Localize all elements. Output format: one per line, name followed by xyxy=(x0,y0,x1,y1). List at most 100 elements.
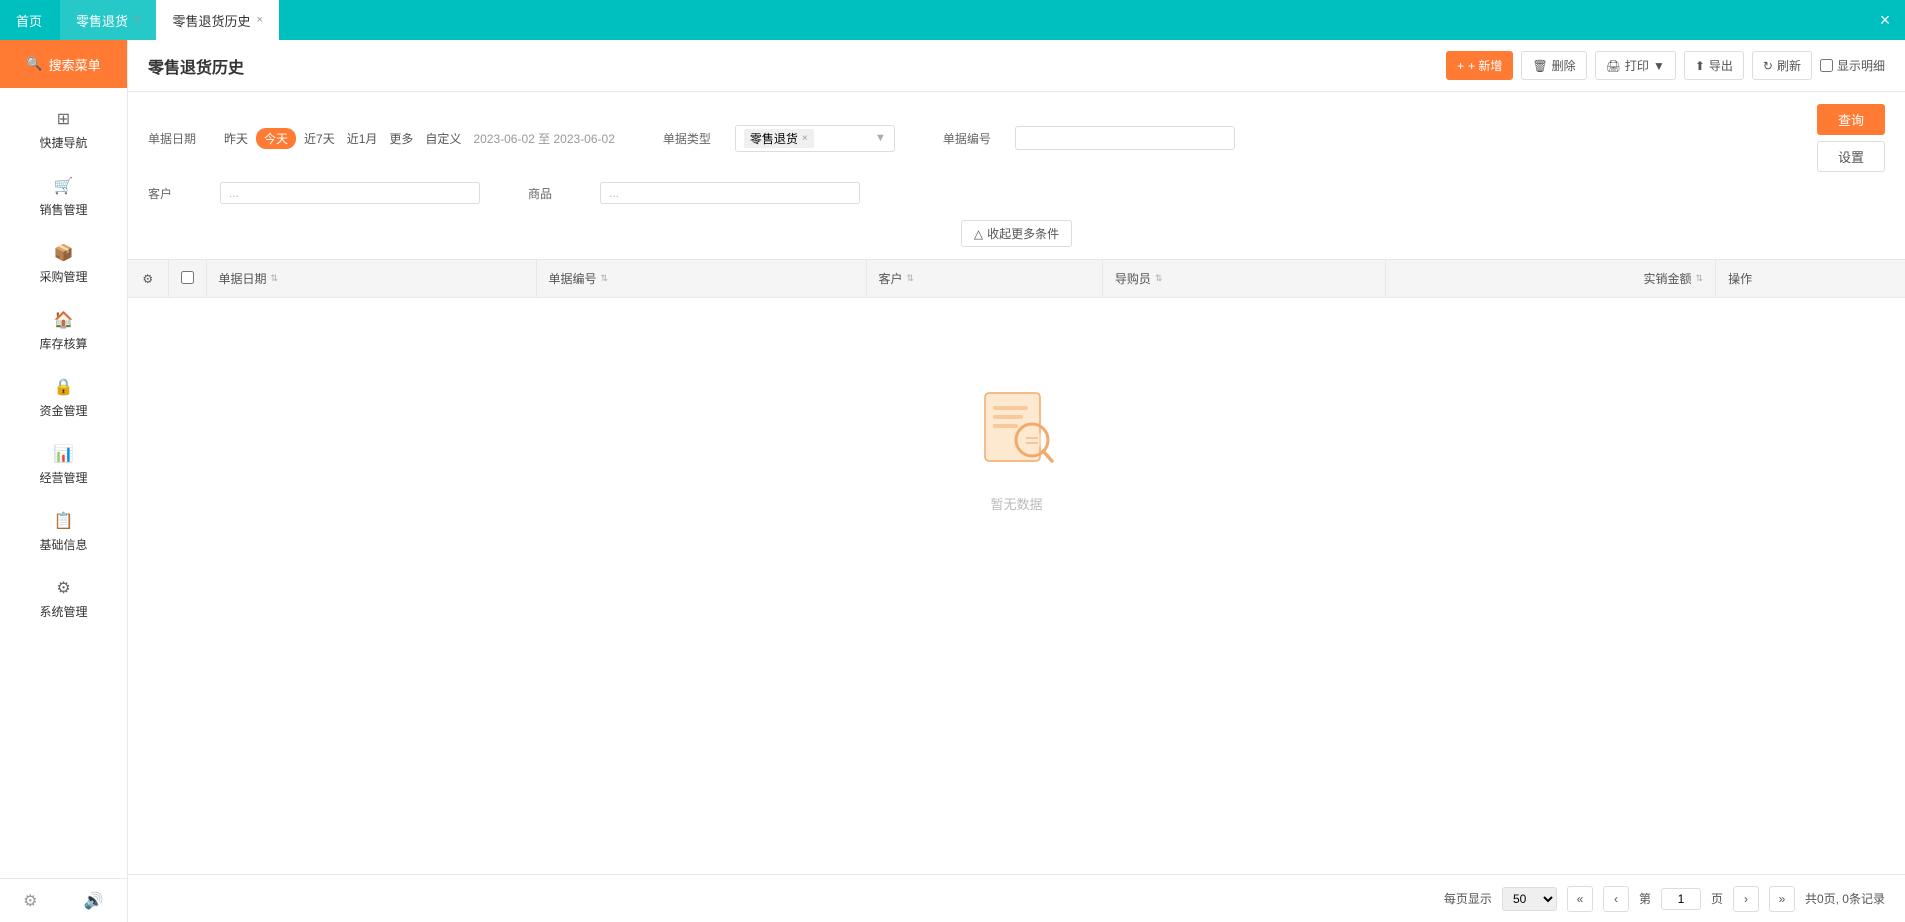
filter-row-2: 客户 ... 商品 ... xyxy=(148,182,1885,204)
tab-retail-return[interactable]: 零售退货 × xyxy=(60,0,156,40)
sidebar-search-button[interactable]: 🔍 搜索菜单 xyxy=(0,40,127,88)
tab-retail-return-history[interactable]: 零售退货历史 × xyxy=(156,0,278,40)
voucher-date-label: 单据日期 xyxy=(148,130,204,147)
date-last1m-btn[interactable]: 近1月 xyxy=(343,128,382,149)
date-today-btn[interactable]: 今天 xyxy=(256,128,296,149)
col-actual-amount: 实销金额 ⇅ xyxy=(1386,260,1716,298)
sidebar-item-system-label: 系统管理 xyxy=(39,603,87,620)
set-button[interactable]: 设置 xyxy=(1817,141,1885,172)
sales-mgmt-icon: 🛒 xyxy=(53,175,75,197)
col-actual-amount-label: 实销金额 xyxy=(1644,270,1692,287)
query-button[interactable]: 查询 xyxy=(1817,104,1885,135)
page-size-select[interactable]: 50 100 200 xyxy=(1502,887,1557,911)
sort-actual-amount[interactable]: 实销金额 ⇅ xyxy=(1398,270,1703,287)
sidebar-item-inventory-label: 库存核算 xyxy=(39,335,87,352)
sidebar-item-operations-mgmt[interactable]: 📊 经营管理 xyxy=(0,431,127,498)
customer-select[interactable]: ... xyxy=(220,182,480,204)
col-operation: 操作 xyxy=(1716,260,1905,298)
finance-icon: 🔒 xyxy=(53,376,75,398)
export-button[interactable]: ⬆ 导出 xyxy=(1684,51,1744,80)
filter-row-1: 单据日期 昨天 今天 近7天 近1月 更多 自定义 2023-06-02 至 2… xyxy=(148,104,1885,172)
sidebar-nav: ⊞ 快捷导航 🛒 销售管理 📦 采购管理 🏠 库存核算 🔒 资金管理 📊 xyxy=(0,88,127,878)
display-detail-toggle[interactable]: 显示明细 xyxy=(1820,57,1885,74)
table-body: 暂无数据 xyxy=(128,298,1905,594)
data-table: ⚙ 单据日期 ⇅ 单据编号 xyxy=(128,260,1905,593)
goods-label: 商品 xyxy=(528,185,584,202)
tab-retail-return-label: 零售退货 xyxy=(76,11,128,30)
refresh-label: 刷新 xyxy=(1777,57,1801,74)
refresh-button[interactable]: ↻ 刷新 xyxy=(1752,51,1812,80)
voucher-no-label: 单据编号 xyxy=(943,130,999,147)
table-settings-icon[interactable]: ⚙ xyxy=(142,272,153,286)
display-detail-checkbox[interactable] xyxy=(1820,59,1833,72)
next-page-button[interactable]: › xyxy=(1733,886,1759,912)
sidebar-item-sales-label: 销售管理 xyxy=(39,201,87,218)
sort-icon-customer: ⇅ xyxy=(907,273,915,284)
system-mgmt-icon: ⚙ xyxy=(53,577,75,599)
sidebar-item-quick-nav[interactable]: ⊞ 快捷导航 xyxy=(0,96,127,163)
purchase-mgmt-icon: 📦 xyxy=(53,242,75,264)
voucher-type-remove-btn[interactable]: × xyxy=(802,133,808,144)
goods-select[interactable]: ... xyxy=(600,182,860,204)
delete-label: 删除 xyxy=(1552,57,1576,74)
empty-state-text: 暂无数据 xyxy=(990,494,1042,513)
sort-icon-voucher-date: ⇅ xyxy=(271,273,279,284)
date-more-btn[interactable]: 更多 xyxy=(385,128,417,149)
tab-home-label: 首页 xyxy=(16,11,42,30)
voucher-type-label: 单据类型 xyxy=(663,130,719,147)
sidebar-item-system-mgmt[interactable]: ⚙ 系统管理 xyxy=(0,565,127,632)
settings-icon[interactable]: ⚙ xyxy=(23,891,37,911)
export-label: 导出 xyxy=(1709,57,1733,74)
sort-customer[interactable]: 客户 ⇅ xyxy=(879,270,1090,287)
page-label: 第 xyxy=(1639,890,1651,907)
page-number-input[interactable] xyxy=(1661,888,1701,910)
sort-voucher-no[interactable]: 单据编号 ⇅ xyxy=(549,270,854,287)
voucher-type-select[interactable]: 零售退货 × ▼ xyxy=(735,125,895,152)
page-unit: 页 xyxy=(1711,890,1723,907)
topbar-tabs: 首页 零售退货 × 零售退货历史 × xyxy=(0,0,1865,40)
print-label: 打印 xyxy=(1625,57,1649,74)
sidebar-item-basic-info[interactable]: 📋 基础信息 xyxy=(0,498,127,565)
sort-guide[interactable]: 导购员 ⇅ xyxy=(1115,270,1373,287)
table-select-all-checkbox[interactable] xyxy=(181,271,194,284)
sidebar: 🔍 搜索菜单 ⊞ 快捷导航 🛒 销售管理 📦 采购管理 🏠 库存核算 🔒 xyxy=(0,40,128,922)
delete-icon: 🗑 xyxy=(1532,59,1547,73)
search-icon: 🔍 xyxy=(26,56,42,72)
tab-retail-return-history-label: 零售退货历史 xyxy=(172,11,250,30)
date-custom-btn[interactable]: 自定义 xyxy=(421,128,465,149)
print-button[interactable]: 🖨 打印 ▼ xyxy=(1595,51,1676,80)
new-button[interactable]: + + 新增 xyxy=(1446,51,1513,80)
prev-page-button[interactable]: ‹ xyxy=(1603,886,1629,912)
col-customer-label: 客户 xyxy=(879,270,903,287)
basic-info-icon: 📋 xyxy=(53,510,75,532)
new-icon: + xyxy=(1457,59,1464,73)
goods-placeholder: ... xyxy=(609,186,619,200)
voucher-no-input[interactable] xyxy=(1015,126,1235,150)
quick-nav-icon: ⊞ xyxy=(53,108,75,130)
total-info: 共0页, 0条记录 xyxy=(1805,890,1885,907)
tab-home[interactable]: 首页 xyxy=(0,0,58,40)
topbar: 首页 零售退货 × 零售退货历史 × × xyxy=(0,0,1905,40)
sidebar-item-basic-label: 基础信息 xyxy=(39,536,87,553)
last-page-button[interactable]: » xyxy=(1769,886,1795,912)
collapse-filter-button[interactable]: △ 收起更多条件 xyxy=(961,220,1072,247)
sidebar-item-inventory[interactable]: 🏠 库存核算 xyxy=(0,297,127,364)
sidebar-item-purchase-mgmt[interactable]: 📦 采购管理 xyxy=(0,230,127,297)
date-last7-btn[interactable]: 近7天 xyxy=(300,128,339,149)
window-close-button[interactable]: × xyxy=(1865,0,1905,40)
volume-icon[interactable]: 🔊 xyxy=(84,891,104,911)
sidebar-item-finance-mgmt[interactable]: 🔒 资金管理 xyxy=(0,364,127,431)
sidebar-item-sales-mgmt[interactable]: 🛒 销售管理 xyxy=(0,163,127,230)
date-yesterday-btn[interactable]: 昨天 xyxy=(220,128,252,149)
col-settings: ⚙ xyxy=(128,260,168,298)
tab-retail-return-history-close[interactable]: × xyxy=(256,14,262,26)
tab-retail-return-close[interactable]: × xyxy=(134,14,140,26)
print-chevron-icon: ▼ xyxy=(1653,59,1665,73)
first-page-button[interactable]: « xyxy=(1567,886,1593,912)
col-voucher-date: 单据日期 ⇅ xyxy=(206,260,536,298)
print-icon: 🖨 xyxy=(1606,59,1621,73)
sort-voucher-date[interactable]: 单据日期 ⇅ xyxy=(219,270,524,287)
voucher-type-tag-label: 零售退货 xyxy=(750,130,798,147)
delete-button[interactable]: 🗑 删除 xyxy=(1521,51,1586,80)
export-icon: ⬆ xyxy=(1695,59,1705,73)
